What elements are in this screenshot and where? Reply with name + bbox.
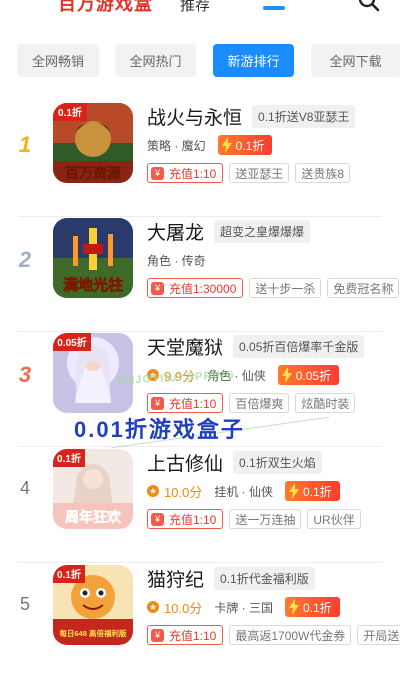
icon-badge-text: 0.1折 (57, 452, 81, 465)
discount-badge: 0.1折 (284, 481, 340, 501)
rank-number: 1 (18, 132, 32, 157)
game-icon[interactable]: 0.1折 周年狂欢 (53, 449, 133, 529)
rating: ★ 10.0分 (147, 598, 202, 617)
rank-number: 2 (18, 247, 32, 272)
game-list-item[interactable]: 4 0.1折 周年狂欢 上古修仙 0.1折双生火焰 ★ 10.0分 挂机 · 仙… (0, 448, 400, 563)
recharge-tag: ¥ 充值1:10 (147, 393, 224, 413)
game-genre: 角色 · 传奇 (147, 253, 206, 268)
recharge-tag: ¥ 充值1:30000 (147, 278, 244, 298)
game-genre: 角色 · 仙侠 (207, 368, 266, 383)
icon-caption-text: 满地光柱 (63, 276, 123, 294)
rank-number: 4 (19, 478, 30, 498)
game-genre: 策略 · 魔幻 (147, 138, 206, 153)
top-bar: 百万游戏盒 推荐 (0, 0, 400, 26)
category-tab-bestselling[interactable]: 全网畅销 (17, 44, 99, 77)
lightning-icon (288, 483, 299, 499)
benefit-tag: 炫酷时装 (295, 393, 356, 413)
recharge-text: 充值1:10 (169, 166, 217, 181)
lightning-icon (221, 137, 232, 153)
coin-icon: ¥ (151, 166, 164, 180)
rating: ★ 10.0分 (147, 482, 202, 501)
recharge-tag: ¥ 充值1:10 (147, 509, 224, 529)
icon-badge-text: 0.05折 (57, 336, 86, 349)
rating: ★ 9.9分 (147, 366, 195, 385)
game-list-item[interactable]: 1 0.1折 百万资源 战火与永恒 0.1折送V8亚瑟王 策略 · 魔幻 0.1… (0, 102, 400, 217)
benefit-tag: UR伙伴 (307, 509, 361, 529)
benefit-tag: 开局送 (357, 625, 400, 645)
coin-icon: ¥ (151, 628, 164, 642)
star-icon: ★ (147, 601, 159, 613)
promo-tag: 0.1折代金福利版 (214, 566, 315, 590)
category-tab-downloads[interactable]: 全网下载 (311, 44, 400, 77)
game-genre: 卡牌 · 三国 (214, 600, 273, 615)
benefit-tag: 百倍爆爽 (229, 393, 290, 413)
tab-indicator (263, 6, 285, 10)
discount-text: 0.1折 (302, 600, 332, 615)
discount-text: 0.05折 (295, 368, 332, 383)
game-name: 战火与永恒 (147, 107, 243, 129)
game-name: 猫狩纪 (147, 569, 205, 591)
icon-caption-text: 周年狂欢 (65, 509, 122, 525)
discount-text: 0.1折 (302, 484, 332, 499)
rating-value: 10.0分 (164, 600, 203, 616)
icon-badge-text: 0.1折 (57, 568, 81, 581)
category-tabs: 全网畅销 全网热门 新游排行 全网下载 (0, 44, 400, 77)
game-name: 天堂魔狱 (147, 337, 224, 359)
divider (18, 446, 382, 447)
game-genre: 挂机 · 仙侠 (214, 484, 273, 499)
game-list-item[interactable]: 2 满地光柱 大屠龙 超变之皇爆爆爆 角色 · 传奇 ¥ 充值1:30000 送… (0, 217, 400, 332)
icon-badge-text: 0.1折 (58, 106, 82, 119)
discount-text: 0.1折 (235, 138, 265, 153)
lightning-icon (288, 599, 299, 615)
recharge-text: 充值1:10 (169, 396, 217, 411)
recharge-tag: ¥ 充值1:10 (147, 163, 224, 183)
benefit-tag: 免费冠名称 (327, 278, 400, 298)
coin-icon: ¥ (151, 281, 164, 295)
category-tab-hot[interactable]: 全网热门 (115, 44, 196, 77)
benefit-tag: 最高返1700W代金券 (229, 625, 352, 645)
rank-number: 5 (19, 594, 30, 614)
benefit-tag: 送贵族8 (295, 163, 351, 183)
icon-caption-text: 百万资源 (65, 165, 121, 181)
game-icon[interactable]: 0.1折 百万资源 (53, 103, 133, 183)
recharge-text: 充值1:10 (169, 628, 217, 643)
star-icon: ★ (147, 369, 159, 381)
lightning-icon (281, 367, 292, 383)
discount-badge: 0.1折 (217, 135, 273, 155)
promo-tag: 0.1折送V8亚瑟王 (252, 104, 356, 128)
game-icon[interactable]: 满地光柱 (53, 218, 133, 298)
recharge-text: 充值1:10 (169, 512, 217, 527)
star-icon: ★ (147, 485, 159, 497)
rating-value: 10.0分 (164, 484, 203, 500)
discount-badge: 0.05折 (277, 365, 340, 385)
coin-icon: ¥ (151, 396, 164, 410)
promo-tag: 超变之皇爆爆爆 (214, 219, 311, 243)
recharge-tag: ¥ 充值1:10 (147, 625, 224, 645)
rank-number: 3 (18, 362, 32, 387)
icon-caption-text: 每日648 高倍福利版 (59, 628, 127, 638)
discount-badge: 0.1折 (284, 597, 340, 617)
search-icon[interactable] (358, 0, 380, 12)
promo-tag: 0.05折百倍爆率千金版 (233, 334, 365, 358)
game-icon[interactable]: 0.1折 每日648 高倍福利版 (53, 565, 133, 645)
game-name: 大屠龙 (147, 222, 205, 244)
benefit-tag: 送一万连抽 (229, 509, 302, 529)
divider (18, 562, 382, 563)
game-list-item[interactable]: 5 0.1折 每日648 高倍福利版 猫狩纪 0.1折代金福利版 ★ 10.0分… (0, 564, 400, 679)
promo-tag: 0.1折双生火焰 (233, 450, 322, 474)
coin-icon: ¥ (151, 512, 164, 526)
benefit-tag: 送十步一杀 (249, 278, 322, 298)
tab-recommend[interactable]: 推荐 (180, 0, 210, 15)
benefit-tag: 送亚瑟王 (229, 163, 290, 183)
game-name: 上古修仙 (147, 453, 224, 475)
app-logo: 百万游戏盒 (58, 0, 153, 14)
game-list-item[interactable]: 3 0.05折 天堂魔狱 0.05折百倍爆率千金版 ★ 9.9分 角色 · 仙侠… (0, 332, 400, 447)
recharge-text: 充值1:30000 (169, 281, 237, 296)
category-tab-new-games[interactable]: 新游排行 (213, 44, 294, 77)
rating-value: 9.9分 (164, 368, 196, 384)
game-icon[interactable]: 0.05折 (53, 333, 133, 413)
